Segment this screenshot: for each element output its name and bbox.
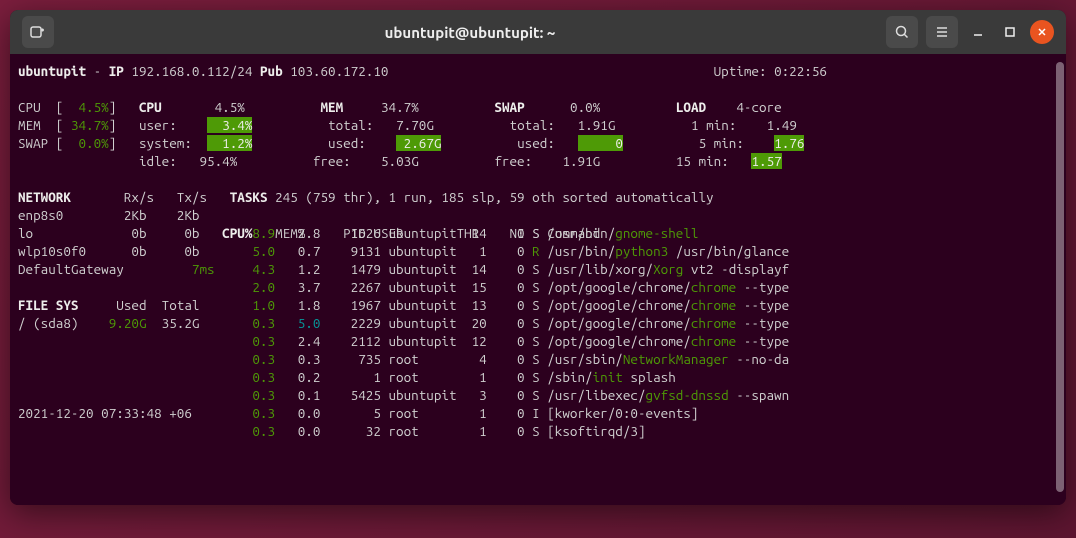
- process-row: 4.3 1.2 1479 ubuntupit 14 0 S /usr/lib/x…: [245, 260, 789, 278]
- load-15-label: 15 min:: [676, 153, 729, 169]
- gateway-latency: 7ms: [192, 261, 215, 277]
- plus-tab-icon: [30, 24, 46, 40]
- search-button[interactable]: [886, 16, 918, 48]
- load-5: 1.76: [774, 135, 804, 151]
- process-row: 5.0 0.7 9131 ubuntupit 1 0 R /usr/bin/py…: [245, 242, 789, 260]
- ip-value: 192.168.0.112/24: [131, 63, 252, 79]
- window-title: ubuntupit@ubuntupit: ~: [62, 24, 878, 41]
- mem-pct: 34.7%: [381, 99, 419, 115]
- cpu-system: 1.2%: [207, 135, 252, 151]
- load-core: 4-core: [736, 99, 781, 115]
- swap-title: SWAP: [494, 99, 524, 115]
- minimize-button[interactable]: [966, 20, 990, 44]
- swap-total-label: total:: [510, 117, 555, 133]
- mem-used-label: used:: [328, 135, 366, 151]
- iface-name: wlp10s0f0: [18, 243, 86, 259]
- summary-swap-pct: 0.0%: [79, 135, 109, 151]
- load-5-label: 5 min:: [699, 135, 744, 151]
- iface-tx: 2Kb: [177, 207, 200, 223]
- fs-mount: / (sda8): [18, 315, 78, 331]
- pub-ip: 103.60.172.10: [290, 63, 388, 79]
- summary-mem-label: MEM: [18, 117, 41, 133]
- menu-button[interactable]: [926, 16, 958, 48]
- load-1-label: 1 min:: [691, 117, 736, 133]
- iface-tx: 0b: [184, 225, 199, 241]
- process-row: 0.3 5.0 2229 ubuntupit 20 0 S /opt/googl…: [245, 314, 789, 332]
- fs-used-label: Used: [116, 297, 146, 313]
- uptime-value: 0:22:56: [774, 63, 827, 79]
- minimize-icon: [972, 26, 984, 38]
- iface-name: enp8s0: [18, 207, 63, 223]
- close-button[interactable]: [1030, 20, 1054, 44]
- process-row: 0.3 0.2 1 root 1 0 S /sbin/init splash: [245, 368, 676, 386]
- mem-total-label: total:: [328, 117, 373, 133]
- tasks-summary: 245 (759 thr), 1 run, 185 slp, 59 oth so…: [275, 189, 713, 205]
- process-row: 0.3 0.1 5425 ubuntupit 3 0 S /usr/libexe…: [245, 386, 789, 404]
- cpu-user: 3.4%: [207, 117, 252, 133]
- iface-name: lo: [18, 225, 33, 241]
- hostname: ubuntupit: [18, 63, 86, 79]
- iface-tx: 0b: [184, 243, 199, 259]
- cpu-system-label: system:: [139, 135, 192, 151]
- summary-swap-label: SWAP: [18, 135, 48, 151]
- swap-pct: 0.0%: [570, 99, 600, 115]
- process-row: 0.3 2.4 2112 ubuntupit 12 0 S /opt/googl…: [245, 332, 789, 350]
- load-15: 1.57: [751, 153, 781, 169]
- terminal-content[interactable]: ubuntupit - IP 192.168.0.112/24 Pub 103.…: [10, 54, 1066, 505]
- ip-label: IP: [109, 63, 124, 79]
- maximize-icon: [1004, 26, 1016, 38]
- summary-mem-pct: 34.7%: [71, 117, 109, 133]
- mem-free: 5.03G: [381, 153, 419, 169]
- hamburger-icon: [935, 25, 949, 39]
- mem-used: 2.67G: [396, 135, 441, 151]
- swap-total: 1.91G: [578, 117, 616, 133]
- search-icon: [895, 25, 909, 39]
- load-title: LOAD: [676, 99, 706, 115]
- cpu-total: 4.5%: [215, 99, 245, 115]
- gateway-label: DefaultGateway: [18, 261, 124, 277]
- process-row: 2.0 3.7 2267 ubuntupit 15 0 S /opt/googl…: [245, 278, 789, 296]
- close-icon: [1037, 27, 1047, 37]
- network-title: NETWORK: [18, 189, 71, 205]
- fs-total: 35.2G: [162, 315, 200, 331]
- tx-label: Tx/s: [177, 189, 207, 205]
- footer-timestamp: 2021-12-20 07:33:48 +06: [18, 405, 192, 421]
- fs-title: FILE SYS: [18, 297, 78, 313]
- cpu-idle-label: idle:: [139, 153, 177, 169]
- uptime-label: Uptime:: [714, 63, 767, 79]
- scrollbar[interactable]: [1056, 62, 1064, 492]
- summary-cpu-pct: 4.5%: [79, 99, 109, 115]
- iface-rx: 2Kb: [124, 207, 147, 223]
- maximize-button[interactable]: [998, 20, 1022, 44]
- fs-used: 9.20G: [109, 315, 147, 331]
- iface-rx: 0b: [131, 225, 146, 241]
- cpu-idle: 95.4%: [199, 153, 237, 169]
- scrollbar-thumb[interactable]: [1056, 62, 1064, 492]
- process-row: 0.3 0.0 32 root 1 0 S [ksoftirqd/3]: [245, 422, 646, 440]
- pub-label: Pub: [260, 63, 283, 79]
- process-row: 1.0 1.8 1967 ubuntupit 13 0 S /opt/googl…: [245, 296, 789, 314]
- titlebar: ubuntupit@ubuntupit: ~: [10, 10, 1066, 54]
- new-tab-button[interactable]: [22, 16, 54, 48]
- iface-rx: 0b: [131, 243, 146, 259]
- load-1: 1.49: [767, 117, 797, 133]
- process-row: 0.3 0.0 5 root 1 0 I [kworker/0:0-events…: [245, 404, 699, 422]
- fs-total-label: Total: [162, 297, 200, 313]
- swap-used-label: used:: [517, 135, 555, 151]
- process-row: 8.9 2.8 1626 ubuntupit 14 0 S /usr/bin/g…: [245, 224, 699, 242]
- process-row: 0.3 0.3 735 root 4 0 S /usr/sbin/Network…: [245, 350, 789, 368]
- cpu-title: CPU: [139, 99, 162, 115]
- swap-free-label: free:: [494, 153, 532, 169]
- mem-free-label: free:: [313, 153, 351, 169]
- rx-label: Rx/s: [124, 189, 154, 205]
- swap-free: 1.91G: [562, 153, 600, 169]
- summary-cpu-label: CPU: [18, 99, 41, 115]
- mem-total: 7.70G: [396, 117, 434, 133]
- mem-title: MEM: [320, 99, 343, 115]
- cpu-user-label: user:: [139, 117, 177, 133]
- swap-used: 0: [578, 135, 623, 151]
- terminal-window: ubuntupit@ubuntupit: ~ ubuntupit - IP 19…: [10, 10, 1066, 505]
- tasks-title: TASKS: [230, 189, 268, 205]
